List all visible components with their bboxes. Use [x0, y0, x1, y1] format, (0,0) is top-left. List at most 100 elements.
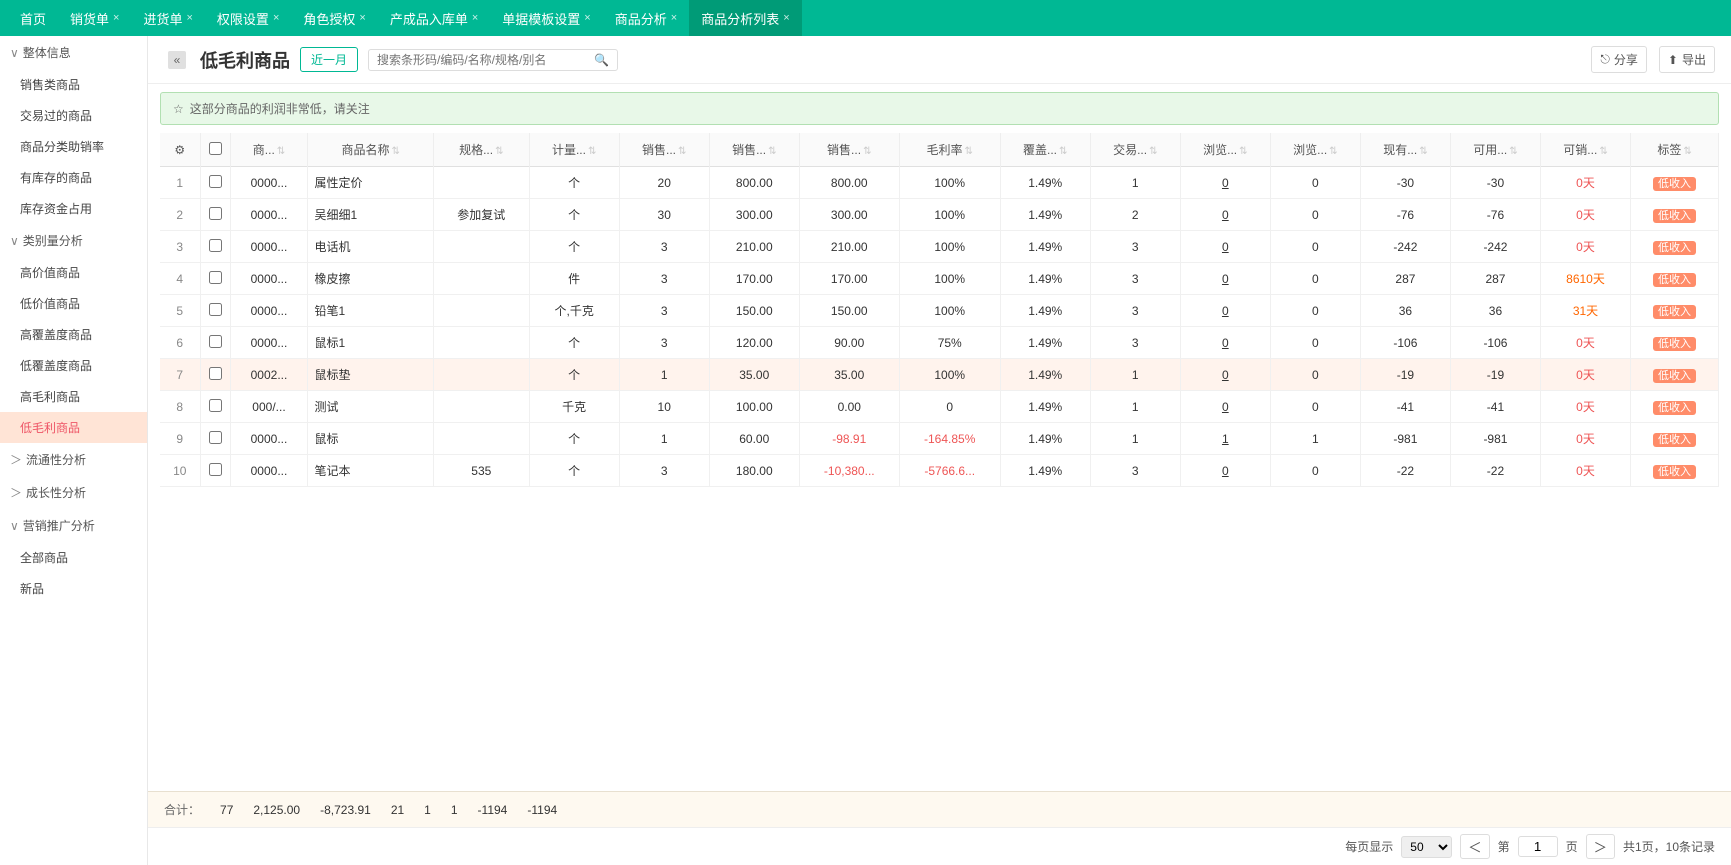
- close-icon[interactable]: ×: [359, 12, 365, 24]
- row-select-checkbox[interactable]: [209, 175, 222, 188]
- row-gross-rate: 100%: [899, 295, 1000, 327]
- sidebar-item-high-value[interactable]: 高价值商品: [0, 257, 147, 288]
- row-browse1[interactable]: 1: [1180, 423, 1270, 455]
- sidebar-item-low-margin[interactable]: 低毛利商品: [0, 412, 147, 443]
- close-icon[interactable]: ×: [671, 12, 677, 24]
- row-checkbox[interactable]: [200, 295, 230, 327]
- nav-item-permissions[interactable]: 权限设置 ×: [205, 0, 291, 36]
- row-select-checkbox[interactable]: [209, 239, 222, 252]
- row-name: 测试: [308, 391, 433, 423]
- row-checkbox[interactable]: [200, 263, 230, 295]
- row-browse1[interactable]: 0: [1180, 359, 1270, 391]
- sidebar-item-new-products[interactable]: 新品: [0, 573, 147, 604]
- tag-badge: 低收入: [1653, 209, 1696, 223]
- row-browse1[interactable]: 0: [1180, 327, 1270, 359]
- row-sales-qty: 3: [619, 231, 709, 263]
- settings-column-header[interactable]: ⚙: [160, 133, 200, 167]
- nav-item-home[interactable]: 首页: [8, 0, 58, 36]
- header-actions: ⎋ 分享 ⬆ 导出: [1591, 46, 1715, 73]
- row-spec: [433, 423, 529, 455]
- close-icon[interactable]: ×: [186, 12, 192, 24]
- sidebar-group-category[interactable]: ∨ 类别量分析: [0, 224, 147, 257]
- export-button[interactable]: ⬆ 导出: [1659, 46, 1715, 73]
- row-checkbox[interactable]: [200, 167, 230, 199]
- row-checkbox[interactable]: [200, 327, 230, 359]
- row-sales-qty: 20: [619, 167, 709, 199]
- close-icon[interactable]: ×: [113, 12, 119, 24]
- sidebar-item-high-margin[interactable]: 高毛利商品: [0, 381, 147, 412]
- row-checkbox[interactable]: [200, 423, 230, 455]
- row-coverage: 1.49%: [1000, 391, 1090, 423]
- row-browse1[interactable]: 0: [1180, 263, 1270, 295]
- row-current: -41: [1360, 391, 1450, 423]
- sidebar-item-low-value[interactable]: 低价值商品: [0, 288, 147, 319]
- row-select-checkbox[interactable]: [209, 271, 222, 284]
- prev-page-button[interactable]: ＜: [1460, 834, 1489, 859]
- row-browse1[interactable]: 0: [1180, 455, 1270, 487]
- row-checkbox[interactable]: [200, 199, 230, 231]
- row-select-checkbox[interactable]: [209, 207, 222, 220]
- nav-item-product-in[interactable]: 产成品入库单 ×: [378, 0, 490, 36]
- sidebar-item-inventory-funds[interactable]: 库存资金占用: [0, 193, 147, 224]
- collapse-sidebar-button[interactable]: «: [168, 51, 186, 69]
- sidebar-item-high-coverage[interactable]: 高覆盖度商品: [0, 319, 147, 350]
- row-checkbox[interactable]: [200, 455, 230, 487]
- row-browse1[interactable]: 0: [1180, 167, 1270, 199]
- sidebar-item-category-assist[interactable]: 商品分类助销率: [0, 131, 147, 162]
- sidebar-group-circulation[interactable]: ＞ 流通性分析: [0, 443, 147, 476]
- row-browse1[interactable]: 0: [1180, 199, 1270, 231]
- row-browse1[interactable]: 0: [1180, 295, 1270, 327]
- row-trade: 3: [1090, 327, 1180, 359]
- close-icon[interactable]: ×: [584, 12, 590, 24]
- row-name: 笔记本: [308, 455, 433, 487]
- nav-item-roles[interactable]: 角色授权 ×: [291, 0, 377, 36]
- row-select-checkbox[interactable]: [209, 431, 222, 444]
- nav-item-template[interactable]: 单据模板设置 ×: [490, 0, 602, 36]
- row-name: 属性定价: [308, 167, 433, 199]
- nav-item-purchase[interactable]: 进货单 ×: [131, 0, 204, 36]
- next-page-button[interactable]: ＞: [1586, 834, 1615, 859]
- filter-period-button[interactable]: 近一月: [300, 47, 358, 72]
- sidebar-group-marketing[interactable]: ∨ 营销推广分析: [0, 509, 147, 542]
- nav-item-sales[interactable]: 销货单 ×: [58, 0, 131, 36]
- row-checkbox[interactable]: [200, 391, 230, 423]
- page-number-input[interactable]: [1518, 836, 1558, 857]
- select-all-checkbox[interactable]: [209, 142, 222, 155]
- close-icon[interactable]: ×: [273, 12, 279, 24]
- per-page-select[interactable]: 50 100 200: [1401, 836, 1452, 858]
- sidebar-item-sales-products[interactable]: 销售类商品: [0, 69, 147, 100]
- checkbox-column-header[interactable]: [200, 133, 230, 167]
- search-input[interactable]: [377, 53, 590, 67]
- row-select-checkbox[interactable]: [209, 399, 222, 412]
- row-spec: [433, 295, 529, 327]
- sidebar-item-traded-products[interactable]: 交易过的商品: [0, 100, 147, 131]
- sidebar-item-all-products[interactable]: 全部商品: [0, 542, 147, 573]
- row-trade: 1: [1090, 167, 1180, 199]
- sidebar-item-low-coverage[interactable]: 低覆盖度商品: [0, 350, 147, 381]
- row-sales-amount: 0.00: [799, 391, 899, 423]
- row-select-checkbox[interactable]: [209, 335, 222, 348]
- nav-item-analysis-list[interactable]: 商品分析列表 ×: [689, 0, 801, 36]
- table-row: 2 0000... 吴细细1 参加复试 个 30 300.00 300.00 1…: [160, 199, 1719, 231]
- sidebar-item-stocked-products[interactable]: 有库存的商品: [0, 162, 147, 193]
- share-button[interactable]: ⎋ 分享: [1591, 46, 1647, 73]
- row-tag: 低收入: [1631, 295, 1719, 327]
- row-select-checkbox[interactable]: [209, 463, 222, 476]
- sidebar-group-overall[interactable]: ∨ 整体信息: [0, 36, 147, 69]
- close-icon[interactable]: ×: [783, 12, 789, 24]
- row-browse1[interactable]: 0: [1180, 231, 1270, 263]
- row-trade: 3: [1090, 231, 1180, 263]
- row-select-checkbox[interactable]: [209, 367, 222, 380]
- row-checkbox[interactable]: [200, 359, 230, 391]
- data-table: ⚙ 商...⇅ 商品名称⇅ 规格...⇅ 计量...⇅ 销售...⇅ 销售...…: [160, 133, 1719, 487]
- table-row: 8 000/... 测试 千克 10 100.00 0.00 0 1.49% 1…: [160, 391, 1719, 423]
- row-select-checkbox[interactable]: [209, 303, 222, 316]
- sidebar-group-growth[interactable]: ＞ 成长性分析: [0, 476, 147, 509]
- tag-badge: 低收入: [1653, 177, 1696, 191]
- row-code: 0000...: [230, 455, 308, 487]
- close-icon[interactable]: ×: [472, 12, 478, 24]
- row-browse1[interactable]: 0: [1180, 391, 1270, 423]
- row-checkbox[interactable]: [200, 231, 230, 263]
- row-saleable: 0天: [1540, 455, 1630, 487]
- nav-item-product-analysis[interactable]: 商品分析 ×: [603, 0, 689, 36]
